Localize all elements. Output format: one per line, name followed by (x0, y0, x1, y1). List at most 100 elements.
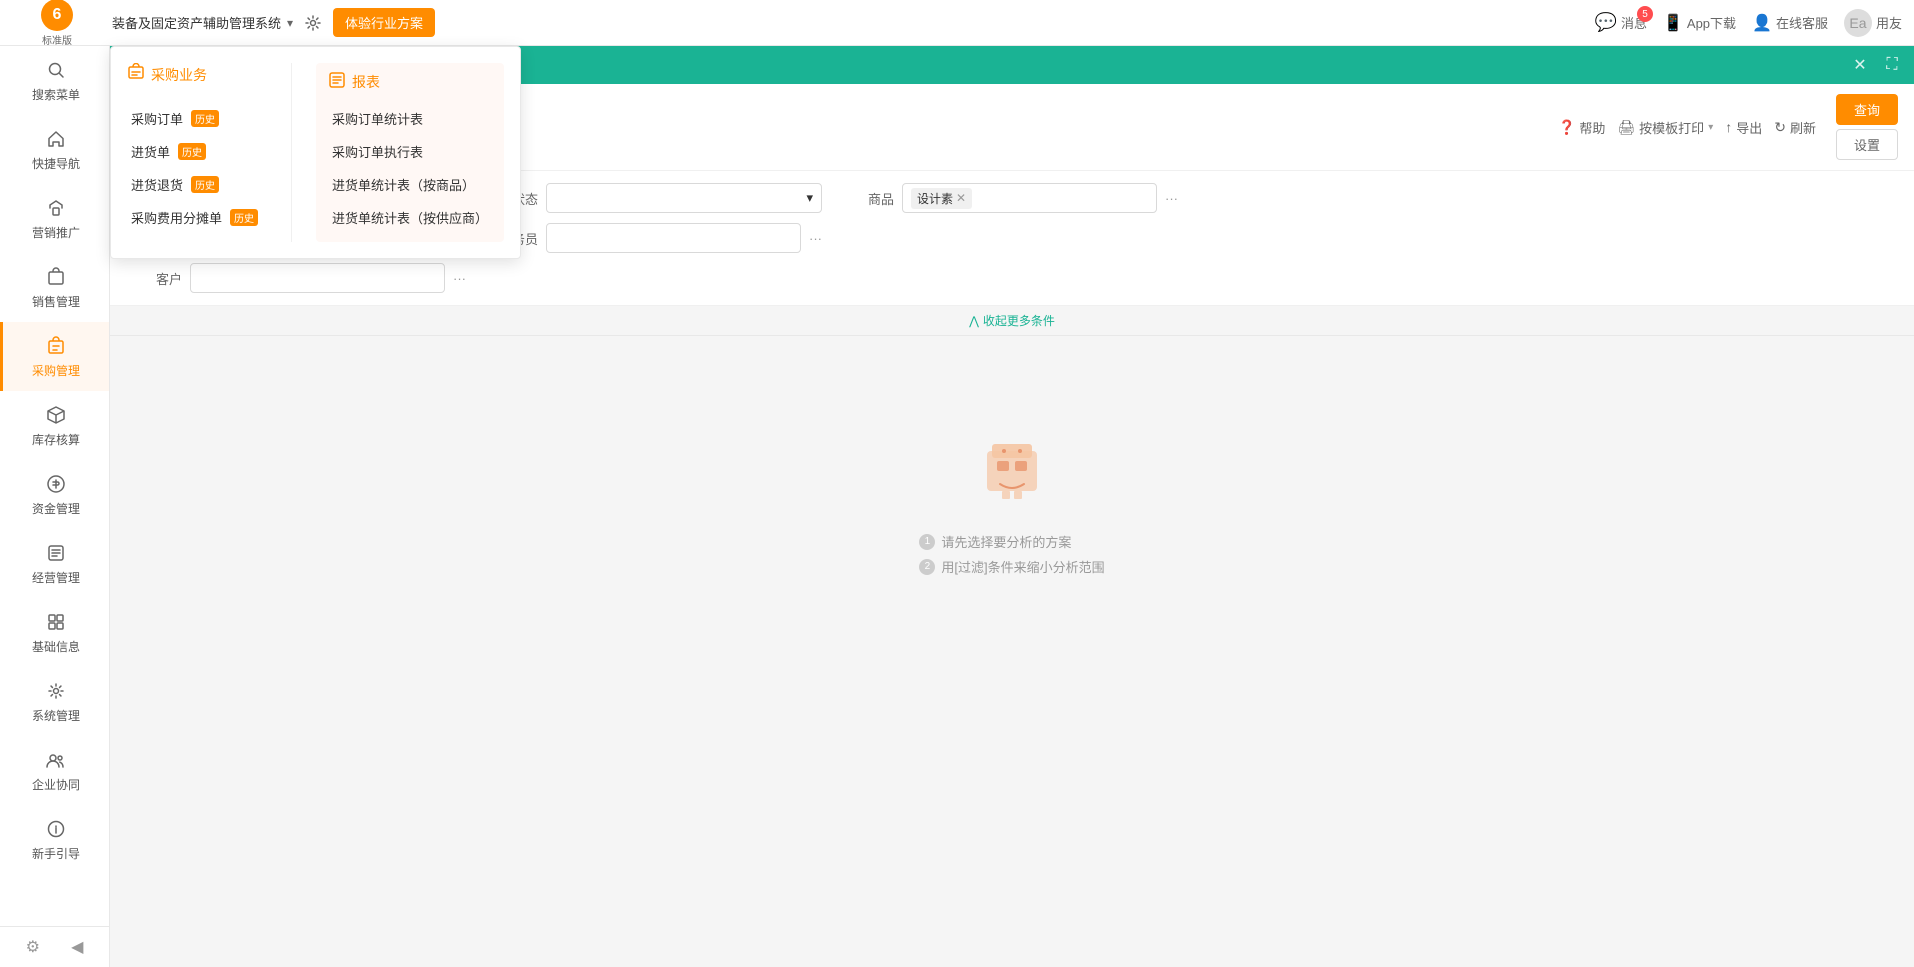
purchase-col-icon (127, 63, 145, 86)
operations-icon (44, 541, 68, 565)
experience-btn[interactable]: 体验行业方案 (333, 8, 435, 37)
goods-tag: 设计素 ✕ (911, 188, 972, 209)
purchase-expense-label: 采购费用分摊单 (131, 208, 222, 227)
system-settings-btn[interactable] (299, 9, 327, 37)
tab-bar-right: ✕ ⛶ (1846, 51, 1914, 79)
purchase-col: 采购业务 采购订单 历史 进货单 历史 进货退货 历史 采购费用分摊单 历史 (127, 63, 267, 242)
help-label: 帮助 (1579, 118, 1605, 137)
history-badge-goods-receipt: 历史 (178, 143, 206, 160)
message-btn[interactable]: 💬 5 消息 (1595, 12, 1647, 33)
report-col: 报表 采购订单统计表 采购订单执行表 进货单统计表（按商品） 进货单统计表（按供… (316, 63, 504, 242)
basic-info-icon (44, 610, 68, 634)
empty-tip-2: 2 用[过滤]条件来缩小分析范围 (919, 557, 1104, 576)
salesman-more-btn[interactable]: ··· (809, 231, 822, 246)
tip-num-1: 1 (919, 534, 935, 550)
tab-close-window-btn[interactable]: ✕ (1846, 51, 1874, 79)
collapse-up-icon: ⋀ (969, 314, 979, 328)
customer-filter: 客户 ··· (126, 263, 466, 293)
customer-select[interactable] (190, 263, 445, 293)
sales-icon (44, 265, 68, 289)
voucher-status-select[interactable]: ▾ (546, 183, 822, 213)
dropdown-item-purchase-expense[interactable]: 采购费用分摊单 历史 (127, 201, 267, 234)
sidebar-item-guide[interactable]: 新手引导 (0, 805, 109, 874)
sidebar-item-system-label: 系统管理 (32, 707, 80, 724)
sidebar-item-sales-label: 销售管理 (32, 293, 80, 310)
finance-icon (44, 472, 68, 496)
dropdown-item-purchase-order[interactable]: 采购订单 历史 (127, 102, 267, 135)
sidebar-collapse-btn[interactable]: ◀ (71, 937, 83, 957)
sidebar-item-purchase[interactable]: 采购管理 (0, 322, 109, 391)
avatar: Ea (1844, 9, 1872, 37)
settings-btn[interactable]: 设置 (1836, 129, 1898, 160)
online-service-label: 在线客服 (1776, 13, 1828, 32)
query-btn[interactable]: 查询 (1836, 94, 1898, 125)
system-title: 装备及固定资产辅助管理系统 (112, 13, 281, 32)
sidebar-item-quick-nav[interactable]: 快捷导航 (0, 115, 109, 184)
dropdown-item-purchase-order-stat[interactable]: 采购订单统计表 (328, 102, 492, 135)
system-dropdown-btn[interactable]: ▾ (287, 16, 293, 30)
collapse-label: 收起更多条件 (983, 312, 1055, 329)
sidebar-item-enterprise[interactable]: 企业协同 (0, 736, 109, 805)
dropdown-item-goods-stat-by-goods[interactable]: 进货单统计表（按商品） (328, 168, 492, 201)
sidebar-item-system[interactable]: 系统管理 (0, 667, 109, 736)
sidebar-item-purchase-label: 采购管理 (32, 362, 80, 379)
goods-tag-close[interactable]: ✕ (956, 191, 966, 205)
sidebar-settings-btn[interactable]: ⚙ (26, 937, 40, 957)
online-service-btn[interactable]: 👤 在线客服 (1752, 13, 1828, 33)
goods-return-label: 进货退货 (131, 175, 183, 194)
salesman-select[interactable] (546, 223, 801, 253)
sidebar-item-inventory[interactable]: 库存核算 (0, 391, 109, 460)
export-icon: ↑ (1725, 119, 1732, 135)
history-badge-purchase-order: 历史 (191, 110, 219, 127)
user-avatar[interactable]: Ea 用友 (1844, 9, 1902, 37)
collapse-bar[interactable]: ⋀ 收起更多条件 (110, 306, 1914, 336)
sidebar-item-guide-label: 新手引导 (32, 845, 80, 862)
sidebar-item-inventory-label: 库存核算 (32, 431, 80, 448)
voucher-status-filter: 单据状态 ▾ (482, 183, 822, 213)
collapse-text: ⋀ 收起更多条件 (969, 312, 1055, 329)
sidebar-item-quick-nav-label: 快捷导航 (32, 155, 80, 172)
dropdown-divider (291, 63, 292, 242)
dropdown-item-goods-receipt[interactable]: 进货单 历史 (127, 135, 267, 168)
sidebar-item-finance[interactable]: 资金管理 (0, 460, 109, 529)
topbar: 6 标准版 装备及固定资产辅助管理系统 ▾ 体验行业方案 💬 5 消息 📱 Ap… (0, 0, 1914, 46)
goods-more-btn[interactable]: ··· (1165, 191, 1178, 206)
purchase-col-title: 采购业务 (127, 63, 267, 92)
search-icon (44, 58, 68, 82)
empty-tip-1: 1 请先选择要分析的方案 (919, 532, 1104, 551)
dropdown-item-goods-stat-by-supplier[interactable]: 进货单统计表（按供应商） (328, 201, 492, 234)
sidebar-item-operations[interactable]: 经营管理 (0, 529, 109, 598)
goods-label: 商品 (838, 189, 894, 208)
sidebar-item-basic-info[interactable]: 基础信息 (0, 598, 109, 667)
tab-expand-btn[interactable]: ⛶ (1878, 51, 1906, 79)
topbar-right: 💬 5 消息 📱 App下载 👤 在线客服 Ea 用友 (1595, 9, 1902, 37)
sidebar-item-marketing-label: 营销推广 (32, 224, 80, 241)
report-col-icon (328, 71, 346, 92)
print-dropdown-icon[interactable]: ▾ (1708, 122, 1713, 133)
tip-text-1: 请先选择要分析的方案 (941, 532, 1071, 551)
dropdown-item-goods-return[interactable]: 进货退货 历史 (127, 168, 267, 201)
refresh-label: 刷新 (1790, 118, 1816, 137)
purchase-icon (44, 334, 68, 358)
sidebar-item-enterprise-label: 企业协同 (32, 776, 80, 793)
help-btn[interactable]: ❓ 帮助 (1558, 118, 1605, 137)
customer-more-btn[interactable]: ··· (453, 271, 466, 286)
refresh-btn[interactable]: ↻ 刷新 (1774, 118, 1816, 137)
voucher-status-dropdown-icon: ▾ (806, 190, 813, 206)
print-btn[interactable]: 🖨 按模板打印 ▾ (1617, 118, 1713, 137)
sidebar-item-sales[interactable]: 销售管理 (0, 253, 109, 322)
marketing-icon (44, 196, 68, 220)
empty-tips: 1 请先选择要分析的方案 2 用[过滤]条件来缩小分析范围 (919, 532, 1104, 582)
inventory-icon (44, 403, 68, 427)
sidebar-item-search[interactable]: 搜索菜单 (0, 46, 109, 115)
tip-num-2: 2 (919, 559, 935, 575)
system-title-area: 装备及固定资产辅助管理系统 ▾ 体验行业方案 (112, 8, 435, 37)
dropdown-item-purchase-order-exec[interactable]: 采购订单执行表 (328, 135, 492, 168)
goods-select[interactable]: 设计素 ✕ (902, 183, 1157, 213)
goods-filter: 商品 设计素 ✕ ··· (838, 183, 1178, 213)
app-download-btn[interactable]: 📱 App下载 (1663, 13, 1736, 33)
help-icon: ❓ (1558, 119, 1575, 136)
export-btn[interactable]: ↑ 导出 (1725, 118, 1762, 137)
sidebar-item-marketing[interactable]: 营销推广 (0, 184, 109, 253)
empty-state: 1 请先选择要分析的方案 2 用[过滤]条件来缩小分析范围 (110, 336, 1914, 662)
